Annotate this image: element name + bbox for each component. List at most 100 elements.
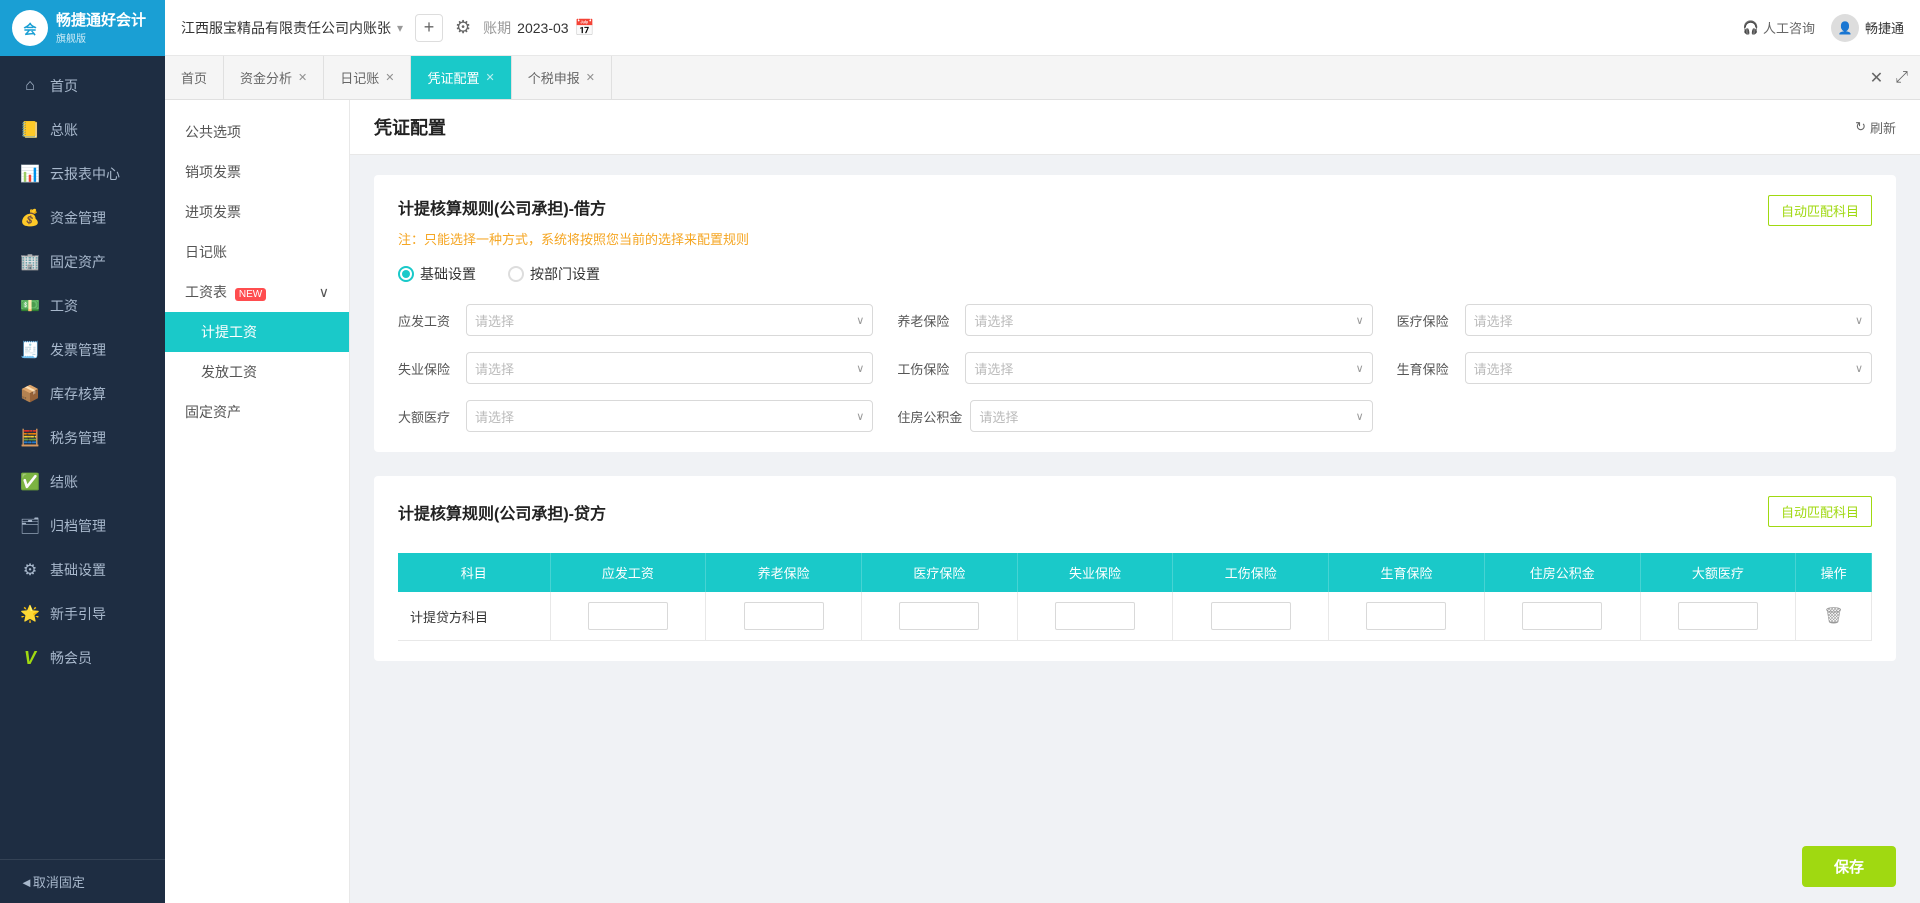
sidebar-item-ledger[interactable]: 📒 总账 [0,108,165,152]
sidebar-item-checkout[interactable]: ✅ 结账 [0,460,165,504]
user-profile[interactable]: 👤 畅捷通 [1831,14,1904,42]
sec-item-calc-salary[interactable]: 计提工资 [165,312,349,352]
calendar-icon[interactable]: 📅 [575,18,595,38]
select-yingfa[interactable]: 请选择 ∨ [466,304,873,336]
settings-icon[interactable]: ⚙ [455,17,471,38]
close-window-icon[interactable]: ✕ [1870,68,1883,88]
sidebar-item-capital[interactable]: 💰 资金管理 [0,196,165,240]
input-yanglao[interactable] [744,602,824,630]
sec-item-sales[interactable]: 销项发票 [165,152,349,192]
credit-auto-match-button[interactable]: 自动匹配科目 [1768,496,1872,527]
sidebar-item-assets[interactable]: 🏢 固定资产 [0,240,165,284]
tab-home[interactable]: 首页 [165,56,224,99]
save-button[interactable]: 保存 [1802,846,1896,887]
content-area: 公共选项 销项发票 进项发票 日记账 工资表 NEW ∨ 计提工资 [165,100,1920,903]
add-company-button[interactable]: + [415,14,443,42]
debit-auto-match-button[interactable]: 自动匹配科目 [1768,195,1872,226]
radio-basic[interactable]: 基础设置 [398,264,476,284]
sidebar-item-reports[interactable]: 📊 云报表中心 [0,152,165,196]
tab-capital-close[interactable]: ✕ [298,71,307,84]
form-item-yingfa: 应发工资 请选择 ∨ [398,304,873,336]
sidebar-label-member: 畅会员 [50,648,92,668]
assets-icon: 🏢 [20,252,40,272]
tab-journal[interactable]: 日记账 ✕ [324,56,411,99]
service-button[interactable]: 🎧 人工咨询 [1743,18,1815,37]
select-shengyu[interactable]: 请选择 ∨ [1465,352,1872,384]
sidebar-label-assets: 固定资产 [50,252,106,272]
expand-icon: ∨ [319,284,329,301]
select-gongshang[interactable]: 请选择 ∨ [965,352,1372,384]
input-yingfa[interactable] [588,602,668,630]
sidebar-item-salary[interactable]: 💵 工资 [0,284,165,328]
member-icon: V [20,648,40,668]
main-area: 江西服宝精品有限责任公司内账张 ▾ + ⚙ 账期 2023-03 📅 🎧 人工咨… [165,0,1920,903]
sidebar-item-basic[interactable]: ⚙ 基础设置 [0,548,165,592]
tab-tax[interactable]: 个税申报 ✕ [512,56,612,99]
select-yiliao[interactable]: 请选择 ∨ [1465,304,1872,336]
tab-tax-close[interactable]: ✕ [586,71,595,84]
tab-journal-close[interactable]: ✕ [385,71,394,84]
sidebar-label-guide: 新手引导 [50,604,106,624]
input-dae[interactable] [1678,602,1758,630]
sec-item-purchase[interactable]: 进项发票 [165,192,349,232]
cell-subject: 计提贷方科目 [398,592,550,641]
select-shiye[interactable]: 请选择 ∨ [466,352,873,384]
sec-item-journal[interactable]: 日记账 [165,232,349,272]
sec-item-fixed-assets[interactable]: 固定资产 [165,392,349,432]
label-shiye: 失业保险 [398,359,458,378]
radio-basic-label: 基础设置 [420,264,476,284]
label-dae: 大额医疗 [398,407,458,426]
debit-section-titles: 计提核算规则(公司承担)-借方 注：只能选择一种方式，系统将按照您当前的选择来配… [398,195,749,264]
sidebar-item-home[interactable]: ⌂ 首页 [0,64,165,108]
sec-item-pay-salary[interactable]: 发放工资 [165,352,349,392]
delete-row-icon[interactable]: 🗑 [1823,608,1843,625]
tab-voucher-close[interactable]: ✕ [486,71,495,84]
input-yiliao[interactable] [899,602,979,630]
select-dae-arrow: ∨ [856,410,864,423]
radio-dept[interactable]: 按部门设置 [508,264,600,284]
company-selector[interactable]: 江西服宝精品有限责任公司内账张 ▾ [181,18,403,38]
tab-capital[interactable]: 资金分析 ✕ [224,56,324,99]
sec-item-public[interactable]: 公共选项 [165,112,349,152]
sidebar-item-archive[interactable]: 🗂 归档管理 [0,504,165,548]
sec-item-salary-table[interactable]: 工资表 NEW ∨ [165,272,349,312]
th-yanglao: 养老保险 [706,553,862,592]
th-gongshang: 工伤保险 [1173,553,1329,592]
th-dae: 大额医疗 [1640,553,1796,592]
tab-home-label: 首页 [181,68,207,87]
cell-yingfa [550,592,706,641]
th-yingfa: 应发工资 [550,553,706,592]
label-yingfa: 应发工资 [398,311,458,330]
maximize-icon[interactable]: ⤢ [1895,69,1908,87]
input-shengyu[interactable] [1366,602,1446,630]
sidebar-label-inventory: 库存核算 [50,384,106,404]
refresh-button[interactable]: ↻ 刷新 [1855,118,1896,137]
sidebar-item-inventory[interactable]: 📦 库存核算 [0,372,165,416]
select-yanglao[interactable]: 请选择 ∨ [965,304,1372,336]
sidebar-item-member[interactable]: V 畅会员 [0,636,165,680]
company-name: 江西服宝精品有限责任公司内账张 [181,18,391,38]
tab-journal-label: 日记账 [340,68,379,87]
period-selector[interactable]: 账期 2023-03 📅 [483,18,594,38]
select-gjj[interactable]: 请选择 ∨ [970,400,1372,432]
sidebar-item-invoice[interactable]: 🧾 发票管理 [0,328,165,372]
th-subject: 科目 [398,553,550,592]
cancel-fixed-btn[interactable]: ◄取消固定 [0,859,165,903]
sidebar-item-guide[interactable]: 🌟 新手引导 [0,592,165,636]
input-shiye[interactable] [1055,602,1135,630]
tax-icon: 🧮 [20,428,40,448]
checkout-icon: ✅ [20,472,40,492]
input-gjj[interactable] [1522,602,1602,630]
page-main: 凭证配置 ↻ 刷新 计提核算规则(公司承担)-借方 注：只能选择一种方式，系统将… [350,100,1920,903]
avatar: 👤 [1831,14,1859,42]
select-dae[interactable]: 请选择 ∨ [466,400,873,432]
radio-dept-circle [508,266,524,282]
label-yiliao: 医疗保险 [1397,311,1457,330]
sidebar-label-home: 首页 [50,76,78,96]
basic-icon: ⚙ [20,560,40,580]
input-gongshang[interactable] [1211,602,1291,630]
tab-voucher[interactable]: 凭证配置 ✕ [411,56,511,99]
app-logo: 会 畅捷通好会计 旗舰版 [0,0,165,56]
sidebar-item-tax[interactable]: 🧮 税务管理 [0,416,165,460]
new-badge: NEW [235,288,266,301]
